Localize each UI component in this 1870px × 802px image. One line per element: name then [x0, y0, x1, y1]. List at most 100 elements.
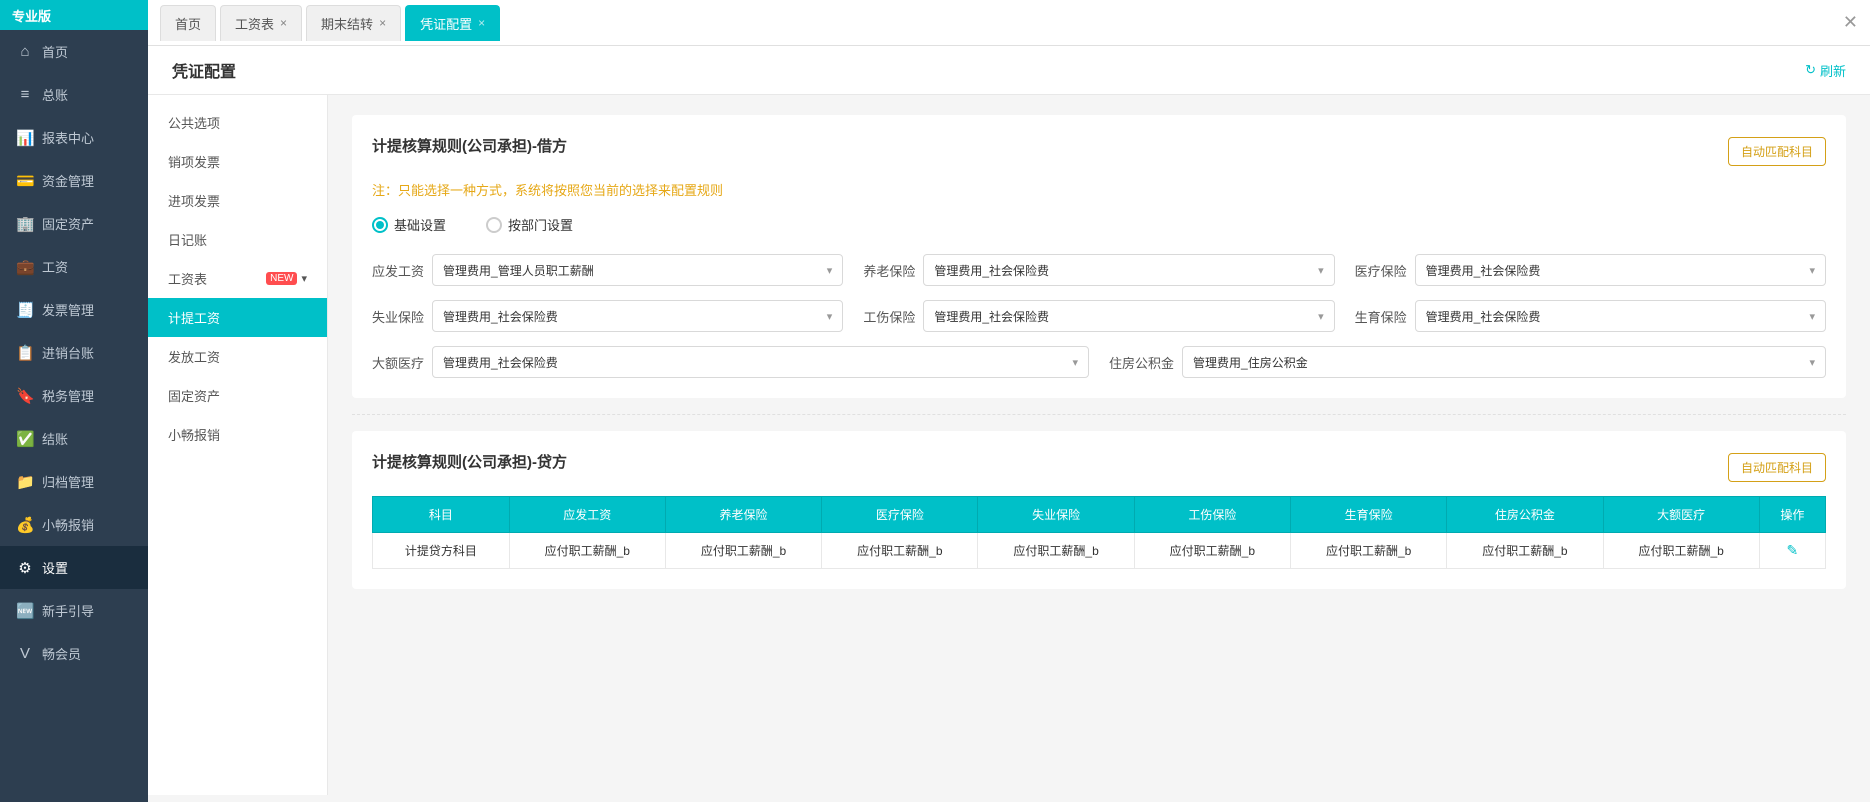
- chevron-down-icon: ▾: [1809, 264, 1815, 277]
- left-nav-label: 销项发票: [168, 152, 220, 171]
- cell-action[interactable]: ✎: [1759, 533, 1825, 569]
- sidebar-item-reports[interactable]: 📊 报表中心: [0, 116, 148, 159]
- field-select-medical[interactable]: 管理费用_社会保险费 ▾: [1415, 254, 1826, 286]
- chevron-down-icon: ▾: [827, 310, 833, 323]
- sidebar-item-expense[interactable]: 💰 小畅报销: [0, 503, 148, 546]
- form-grid-row2: 失业保险 管理费用_社会保险费 ▾ 工伤保险 管理费用_社会保险费 ▾: [372, 300, 1826, 332]
- sidebar-item-archive[interactable]: 📁 归档管理: [0, 460, 148, 503]
- cell-subject: 计提贷方科目: [373, 533, 510, 569]
- sidebar: 专业版 ⌂ 首页 ≡ 总账 📊 报表中心 💳 资金管理 🏢 固定资产 💼 工资 …: [0, 0, 148, 802]
- tab-label: 期末结转: [321, 14, 373, 33]
- auto-match-button-2[interactable]: 自动匹配科目: [1728, 453, 1826, 482]
- cell-salary: 应付职工薪酬_b: [509, 533, 665, 569]
- sidebar-item-member[interactable]: V 畅会员: [0, 632, 148, 675]
- home-icon: ⌂: [16, 43, 34, 60]
- assets-icon: 🏢: [16, 215, 34, 233]
- field-select-unemployment[interactable]: 管理费用_社会保险费 ▾: [432, 300, 843, 332]
- ledger-icon: ≡: [16, 86, 34, 103]
- expense-icon: 💰: [16, 516, 34, 534]
- close-icon[interactable]: ×: [478, 16, 485, 30]
- sidebar-item-guide[interactable]: 🆕 新手引导: [0, 589, 148, 632]
- radio-label-dept: 按部门设置: [508, 215, 573, 234]
- tab-label: 工资表: [235, 14, 274, 33]
- col-injury: 工伤保险: [1134, 497, 1290, 533]
- left-nav-label: 固定资产: [168, 386, 220, 405]
- close-icon[interactable]: ×: [280, 16, 287, 30]
- sidebar-item-close[interactable]: ✅ 结账: [0, 417, 148, 460]
- select-value-salary: 管理费用_管理人员职工薪酬: [443, 262, 827, 279]
- field-select-pension[interactable]: 管理费用_社会保险费 ▾: [923, 254, 1334, 286]
- cell-injury: 应付职工薪酬_b: [1134, 533, 1290, 569]
- tab-payroll[interactable]: 工资表 ×: [220, 5, 302, 41]
- radio-basic[interactable]: 基础设置: [372, 215, 446, 234]
- section-credit: 计提核算规则(公司承担)-贷方 自动匹配科目 科目 应发工资 养老保险 医疗保险…: [352, 431, 1846, 589]
- tab-home[interactable]: 首页: [160, 5, 216, 41]
- chevron-down-icon: ▾: [1318, 264, 1324, 277]
- auto-match-button-1[interactable]: 自动匹配科目: [1728, 137, 1826, 166]
- field-label-pension: 养老保险: [863, 261, 915, 280]
- page-content: 凭证配置 ↻ 刷新 公共选项 销项发票 进项发票 日记账: [148, 46, 1870, 802]
- sidebar-item-tax[interactable]: 🔖 税务管理: [0, 374, 148, 417]
- section1-title: 计提核算规则(公司承担)-借方: [372, 135, 567, 156]
- cell-housing: 应付职工薪酬_b: [1447, 533, 1603, 569]
- field-select-housing[interactable]: 管理费用_住房公积金 ▾: [1182, 346, 1826, 378]
- sidebar-item-invoice[interactable]: 🧾 发票管理: [0, 288, 148, 331]
- tab-voucher-config[interactable]: 凭证配置 ×: [405, 5, 500, 41]
- left-nav-item-fixed-assets2[interactable]: 固定资产: [148, 376, 327, 415]
- field-label-maternity: 生育保险: [1355, 307, 1407, 326]
- section2-header: 计提核算规则(公司承担)-贷方 自动匹配科目: [372, 451, 1826, 484]
- left-nav-label: 进项发票: [168, 191, 220, 210]
- sidebar-item-salary[interactable]: 💼 工资: [0, 245, 148, 288]
- tab-period-close[interactable]: 期末结转 ×: [306, 5, 401, 41]
- section2-title: 计提核算规则(公司承担)-贷方: [372, 451, 567, 472]
- refresh-button[interactable]: ↻ 刷新: [1805, 61, 1846, 80]
- field-select-salary[interactable]: 管理费用_管理人员职工薪酬 ▾: [432, 254, 843, 286]
- refresh-icon: ↻: [1805, 62, 1816, 78]
- select-value-pension: 管理费用_社会保险费: [934, 262, 1318, 279]
- main-area: 首页 工资表 × 期末结转 × 凭证配置 × ✕ 凭证配置 ↻ 刷新: [148, 0, 1870, 802]
- radio-dept[interactable]: 按部门设置: [486, 215, 573, 234]
- invoice-icon: 🧾: [16, 301, 34, 319]
- field-label-major-medical: 大额医疗: [372, 353, 424, 372]
- close-icon[interactable]: ×: [379, 16, 386, 30]
- field-select-major-medical[interactable]: 管理费用_社会保险费 ▾: [432, 346, 1089, 378]
- left-nav-item-payroll-table[interactable]: 工资表 NEW ▾: [148, 259, 327, 298]
- left-nav-item-journal[interactable]: 日记账: [148, 220, 327, 259]
- form-grid-row1: 应发工资 管理费用_管理人员职工薪酬 ▾ 养老保险 管理费用_社会保险费 ▾: [372, 254, 1826, 286]
- sidebar-item-capital[interactable]: 💳 资金管理: [0, 159, 148, 202]
- tab-label: 首页: [175, 14, 201, 33]
- left-nav-item-distribute-salary[interactable]: 发放工资: [148, 337, 327, 376]
- left-nav-item-purchase-invoice[interactable]: 进项发票: [148, 181, 327, 220]
- sidebar-item-label: 发票管理: [42, 300, 94, 319]
- chevron-down-icon: ▾: [827, 264, 833, 277]
- field-label-medical: 医疗保险: [1355, 261, 1407, 280]
- edit-icon[interactable]: ✎: [1787, 542, 1799, 558]
- sidebar-item-label: 归档管理: [42, 472, 94, 491]
- app-logo: 专业版: [0, 0, 148, 30]
- sidebar-item-label: 报表中心: [42, 128, 94, 147]
- left-nav-item-public-options[interactable]: 公共选项: [148, 103, 327, 142]
- chevron-down-icon: ▾: [1809, 356, 1815, 369]
- field-label-unemployment: 失业保险: [372, 307, 424, 326]
- refresh-label: 刷新: [1820, 61, 1846, 80]
- left-nav-item-accrual-salary[interactable]: 计提工资: [148, 298, 327, 337]
- left-nav-label: 工资表: [168, 269, 207, 288]
- sidebar-item-settings[interactable]: ⚙ 设置: [0, 546, 148, 589]
- field-select-injury[interactable]: 管理费用_社会保险费 ▾: [923, 300, 1334, 332]
- left-nav-item-expense2[interactable]: 小畅报销: [148, 415, 327, 454]
- sidebar-item-label: 工资: [42, 257, 68, 276]
- sidebar-item-general-ledger[interactable]: ≡ 总账: [0, 73, 148, 116]
- radio-circle-basic: [372, 217, 388, 233]
- field-select-maternity[interactable]: 管理费用_社会保险费 ▾: [1415, 300, 1826, 332]
- field-pension: 养老保险 管理费用_社会保险费 ▾: [863, 254, 1334, 286]
- sidebar-item-home[interactable]: ⌂ 首页: [0, 30, 148, 73]
- sidebar-item-fixed-assets[interactable]: 🏢 固定资产: [0, 202, 148, 245]
- col-action: 操作: [1759, 497, 1825, 533]
- chevron-down-icon: ▾: [1809, 310, 1815, 323]
- section-debit: 计提核算规则(公司承担)-借方 自动匹配科目 注：只能选择一种方式，系统将按照您…: [352, 115, 1846, 398]
- left-nav-item-sales-invoice[interactable]: 销项发票: [148, 142, 327, 181]
- window-close-icon[interactable]: ✕: [1843, 12, 1858, 33]
- field-injury: 工伤保险 管理费用_社会保险费 ▾: [863, 300, 1334, 332]
- credit-table: 科目 应发工资 养老保险 医疗保险 失业保险 工伤保险 生育保险 住房公积金 大…: [372, 496, 1826, 569]
- sidebar-item-purchase-sales[interactable]: 📋 进销台账: [0, 331, 148, 374]
